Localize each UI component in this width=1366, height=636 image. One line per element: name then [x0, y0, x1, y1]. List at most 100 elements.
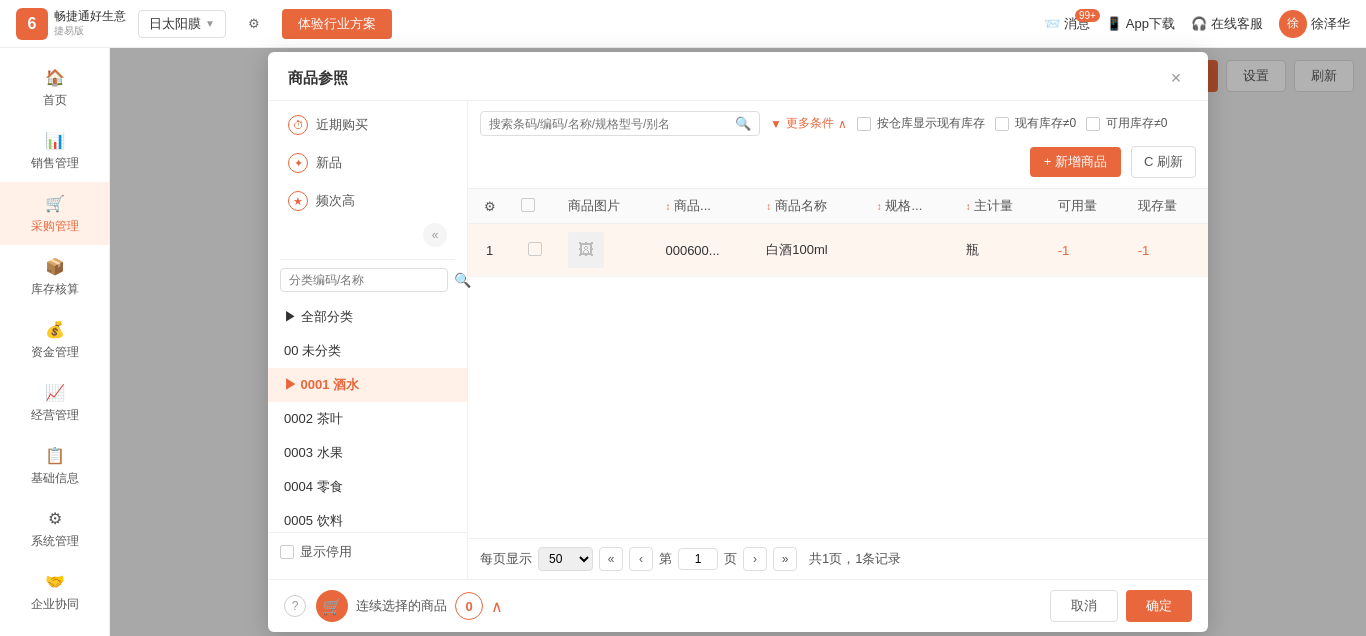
modal-overlay: 商品参照 × ⏱ 近期购买 ✦ 新品 [110, 48, 1366, 636]
nav-right: 📨 消息 99+ 📱 App下载 🎧 在线客服 徐 徐泽华 [1044, 10, 1350, 38]
nav-selector[interactable]: 日太阳膜 ▼ [138, 10, 226, 38]
last-page-button[interactable]: » [773, 547, 797, 571]
sidebar-item-sales[interactable]: 📊 销售管理 [0, 119, 109, 182]
table-header-row: ⚙ 商品图片 ↕ 商品... [468, 189, 1208, 224]
th-checkbox[interactable] [511, 189, 557, 224]
th-image[interactable]: 商品图片 [558, 189, 656, 224]
cat-tea[interactable]: 0002 茶叶 [268, 402, 467, 436]
prev-page-button[interactable]: ‹ [629, 547, 653, 571]
cat-uncategorized[interactable]: 00 未分类 [268, 334, 467, 368]
category-tree: ▶ 全部分类 00 未分类 ▶ 0001 酒水 0002 茶叶 [268, 296, 467, 532]
cat-tea-label: 0002 茶叶 [284, 410, 343, 428]
cat-all[interactable]: ▶ 全部分类 [268, 300, 467, 334]
th-spec[interactable]: ↕ 规格... [867, 189, 956, 224]
filter-button[interactable]: ▼ 更多条件 ∧ [770, 115, 847, 132]
modal-close-button[interactable]: × [1164, 66, 1188, 90]
sidebar-item-basic-info[interactable]: 📋 基础信息 [0, 434, 109, 497]
cancel-button[interactable]: 取消 [1050, 590, 1118, 622]
online-service-item[interactable]: 🎧 在线客服 [1191, 15, 1263, 33]
cat-fruit[interactable]: 0003 水果 [268, 436, 467, 470]
sidebar-label-operations: 经营管理 [31, 407, 79, 424]
recent-buy-label: 近期购买 [316, 116, 368, 134]
user-avatar: 徐 [1279, 10, 1307, 38]
th-stock[interactable]: 现存量 [1128, 189, 1208, 224]
td-checkbox[interactable] [511, 224, 557, 277]
inventory-icon: 📦 [44, 255, 66, 277]
th-settings[interactable]: ⚙ [468, 189, 511, 224]
add-product-button[interactable]: + 新增商品 [1030, 147, 1121, 177]
cat-liquor[interactable]: ▶ 0001 酒水 [268, 368, 467, 402]
th-code[interactable]: ↕ 商品... [655, 189, 756, 224]
high-freq-item[interactable]: ★ 频次高 [280, 185, 455, 217]
cat-all-label: ▶ 全部分类 [284, 308, 353, 326]
product-search-input[interactable] [489, 117, 729, 131]
recent-buy-item[interactable]: ⏱ 近期购买 [280, 109, 455, 141]
logo-icon: 6 [16, 8, 48, 40]
cat-fruit-label: 0003 水果 [284, 444, 343, 462]
sidebar-item-system[interactable]: ⚙ 系统管理 [0, 497, 109, 560]
cat-beverage[interactable]: 0005 饮料 [268, 504, 467, 532]
sidebar-item-inventory[interactable]: 📦 库存核算 [0, 245, 109, 308]
collapse-cart-icon[interactable]: ∧ [491, 597, 503, 616]
category-search-input[interactable] [280, 268, 448, 292]
gear-button[interactable]: ⚙ [238, 8, 270, 40]
show-disabled-row: 显示停用 [268, 532, 467, 571]
help-icon[interactable]: ? [284, 595, 306, 617]
app-download-item[interactable]: 📱 App下载 [1106, 15, 1175, 33]
product-search-icon[interactable]: 🔍 [735, 116, 751, 131]
collapse-button[interactable]: « [423, 223, 447, 247]
nav-selector-arrow: ▼ [205, 18, 215, 29]
sidebar-item-operations[interactable]: 📈 经营管理 [0, 371, 109, 434]
checkbox-available-row: 可用库存≠0 [1086, 115, 1167, 132]
th-available[interactable]: 可用量 [1048, 189, 1128, 224]
trial-button[interactable]: 体验行业方案 [282, 9, 392, 39]
checkbox-available-stock[interactable] [1086, 117, 1100, 131]
purchase-icon: 🛒 [44, 192, 66, 214]
sidebar-item-purchase[interactable]: 🛒 采购管理 [0, 182, 109, 245]
sidebar-item-home[interactable]: 🏠 首页 [0, 56, 109, 119]
refresh-button[interactable]: C 刷新 [1131, 146, 1196, 178]
messages-item[interactable]: 📨 消息 99+ [1044, 15, 1090, 33]
confirm-button[interactable]: 确定 [1126, 590, 1192, 622]
product-table-wrap: ⚙ 商品图片 ↕ 商品... [468, 189, 1208, 538]
product-image: 🖼 [568, 232, 604, 268]
sidebar-item-enterprise[interactable]: 🤝 企业协同 [0, 560, 109, 623]
th-unit[interactable]: ↕ 主计量 [956, 189, 1048, 224]
th-name[interactable]: ↕ 商品名称 [756, 189, 867, 224]
sidebar-label-finance: 资金管理 [31, 344, 79, 361]
filter-icon: ▼ [770, 117, 782, 131]
phone-icon: 📱 [1106, 16, 1122, 31]
td-spec [867, 224, 956, 277]
first-page-button[interactable]: « [599, 547, 623, 571]
per-page-select[interactable]: 50 10 20 100 [538, 547, 593, 571]
sidebar-item-finance[interactable]: 💰 资金管理 [0, 308, 109, 371]
next-page-button[interactable]: › [743, 547, 767, 571]
cart-icon[interactable]: 🛒 [316, 590, 348, 622]
page-number-input[interactable] [678, 548, 718, 570]
clock-icon: ⏱ [288, 115, 308, 135]
sidebar-label-sales: 销售管理 [31, 155, 79, 172]
row-checkbox[interactable] [528, 242, 542, 256]
cat-snack[interactable]: 0004 零食 [268, 470, 467, 504]
checkbox-existing-stock[interactable] [995, 117, 1009, 131]
show-disabled-checkbox[interactable] [280, 545, 294, 559]
online-service-label: 在线客服 [1211, 15, 1263, 33]
checkbox-warehouse-stock[interactable] [857, 117, 871, 131]
cart-count: 0 [455, 592, 483, 620]
headset-icon: 🎧 [1191, 16, 1207, 31]
left-panel-top: ⏱ 近期购买 ✦ 新品 ★ 频次高 « [268, 109, 467, 255]
new-item[interactable]: ✦ 新品 [280, 147, 455, 179]
per-page-label: 每页显示 [480, 550, 532, 568]
sidebar-item-guide[interactable]: 🌟 新手引导 [0, 623, 109, 636]
table-row[interactable]: 1 🖼 000600... 白酒100ml [468, 224, 1208, 277]
filter-label: 更多条件 [786, 115, 834, 132]
cat-liquor-label: ▶ 0001 酒水 [284, 376, 359, 394]
logo-text: 畅捷通好生意 [54, 9, 126, 25]
user-item[interactable]: 徐 徐泽华 [1279, 10, 1350, 38]
nav-selector-label: 日太阳膜 [149, 15, 201, 33]
cart-label: 连续选择的商品 [356, 597, 447, 615]
operations-icon: 📈 [44, 381, 66, 403]
high-freq-label: 频次高 [316, 192, 355, 210]
product-search-bar[interactable]: 🔍 [480, 111, 760, 136]
main-layout: 🏠 首页 📊 销售管理 🛒 采购管理 📦 库存核算 💰 资金管理 📈 经营管理 … [0, 48, 1366, 636]
